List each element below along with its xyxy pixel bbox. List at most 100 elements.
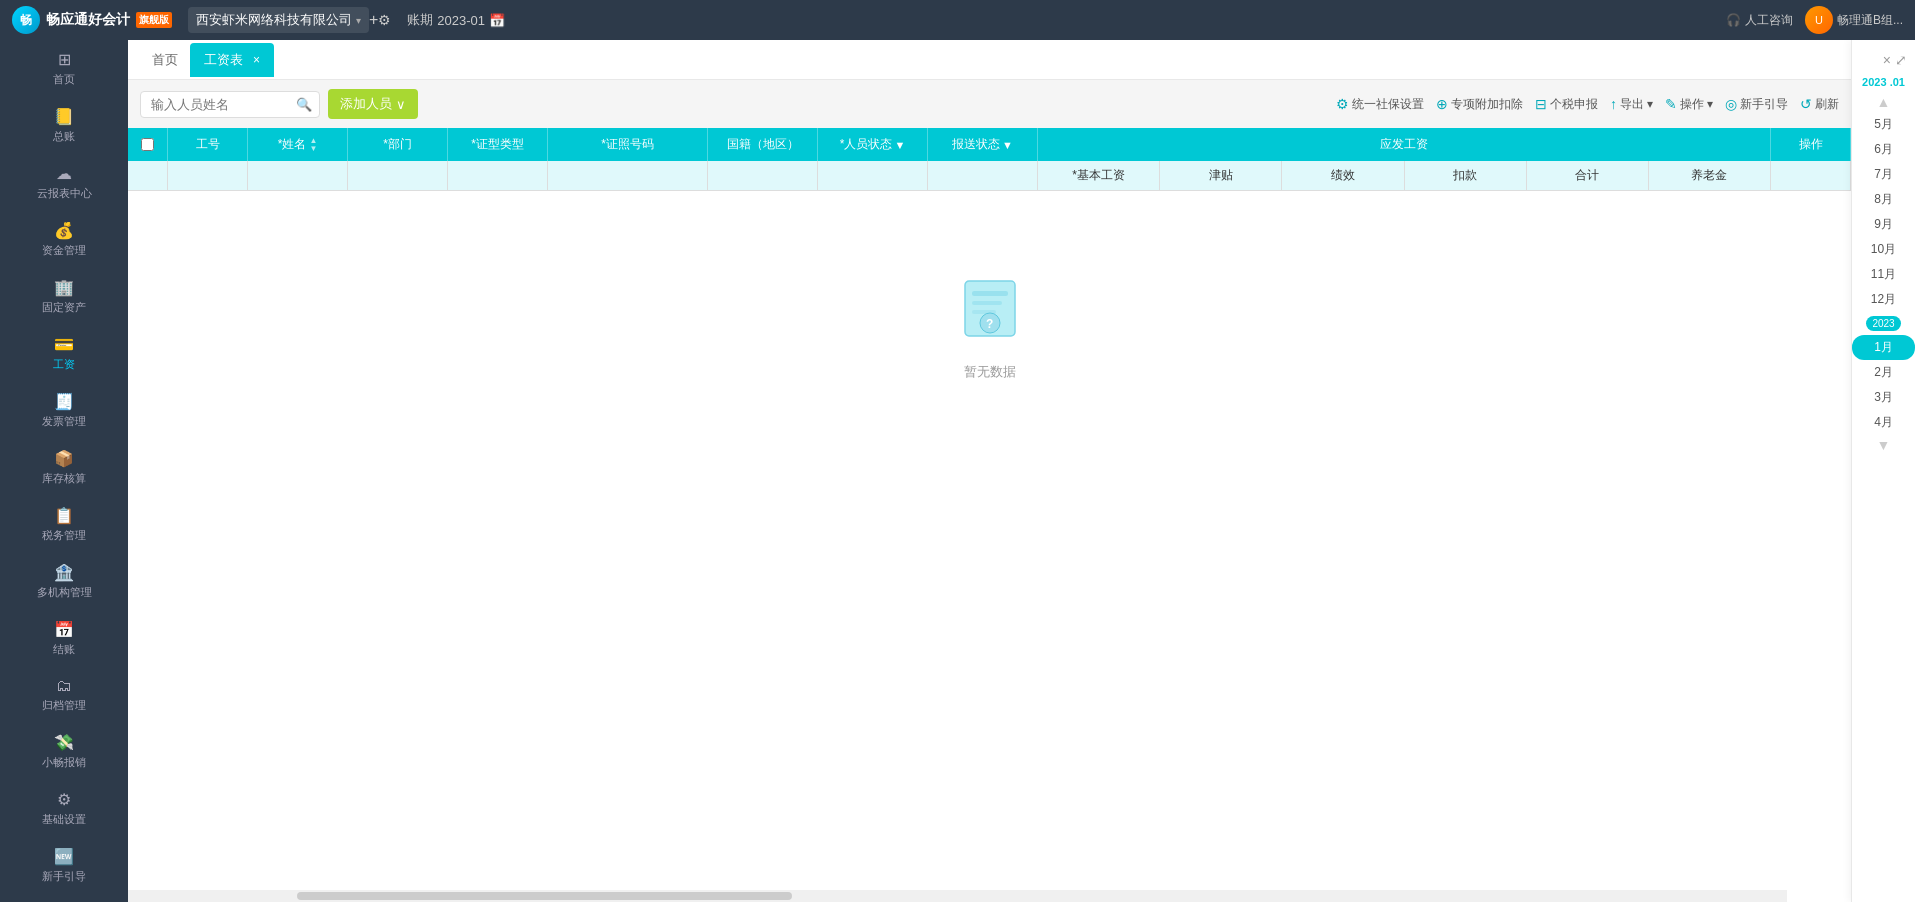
avatar: U — [1805, 6, 1833, 34]
filter-status-icon[interactable]: ▼ — [894, 139, 905, 151]
search-input[interactable] — [140, 91, 320, 118]
month-scroll-up[interactable]: ▲ — [1875, 92, 1893, 112]
sidebar-item-inventory[interactable]: 📦 库存核算 — [0, 439, 128, 496]
user-area[interactable]: U 畅理通B组... — [1805, 6, 1903, 34]
sidebar-label-multi: 多机构管理 — [37, 585, 92, 600]
sidebar-item-settings[interactable]: ⚙ 基础设置 — [0, 780, 128, 837]
sidebar-item-guide[interactable]: 🆕 新手引导 — [0, 837, 128, 894]
empty-text: 暂无数据 — [964, 363, 1016, 381]
content-area: 首页 工资表 × 🔍 添加人员 ∨ ⚙ — [128, 40, 1851, 902]
th-report: 报送状态 ▼ — [928, 128, 1038, 161]
tax-report-icon: ⊟ — [1535, 96, 1547, 112]
search-icon[interactable]: 🔍 — [296, 97, 312, 112]
svg-rect-1 — [972, 291, 1008, 296]
export-dropdown-icon: ▾ — [1647, 97, 1653, 111]
sub-th-empty2 — [168, 161, 248, 190]
tax-report-button[interactable]: ⊟ 个税申报 — [1535, 96, 1598, 113]
logo-title: 畅应通好会计 — [46, 11, 130, 29]
support-button[interactable]: 🎧 人工咨询 — [1726, 12, 1793, 29]
month-item-4[interactable]: 4月 — [1852, 410, 1915, 435]
tab-close-icon[interactable]: × — [253, 53, 260, 67]
refresh-label: 刷新 — [1815, 96, 1839, 113]
sidebar-label-close: 结账 — [53, 642, 75, 657]
special-deduction-button[interactable]: ⊕ 专项附加扣除 — [1436, 96, 1523, 113]
th-name: *姓名 ▲ ▼ — [248, 128, 348, 161]
add-person-button[interactable]: 添加人员 ∨ — [328, 89, 418, 119]
sidebar-item-tax[interactable]: 📋 税务管理 — [0, 496, 128, 553]
table-header: 工号 *姓名 ▲ ▼ *部门 *证型类型 — [128, 128, 1851, 161]
home-icon: ⊞ — [58, 50, 71, 69]
sidebar-item-invoice[interactable]: 🧾 发票管理 — [0, 382, 128, 439]
sidebar-label-asset: 固定资产 — [42, 300, 86, 315]
select-all-checkbox[interactable] — [141, 138, 154, 151]
expense-icon: 💸 — [54, 733, 74, 752]
month-item-2[interactable]: 2月 — [1852, 360, 1915, 385]
calendar-icon[interactable]: 📅 — [489, 13, 505, 28]
sidebar-item-fund[interactable]: 💰 资金管理 — [0, 211, 128, 268]
add-company-button[interactable]: + — [369, 11, 378, 29]
sort-name-icon[interactable]: ▲ ▼ — [309, 137, 317, 153]
account-period-value: 2023-01 — [437, 13, 485, 28]
sidebar-item-multi[interactable]: 🏦 多机构管理 — [0, 553, 128, 610]
scroll-thumb[interactable] — [297, 892, 792, 900]
new-guide-button[interactable]: ◎ 新手引导 — [1725, 96, 1788, 113]
close-period-icon: 📅 — [54, 620, 74, 639]
guide-action-label: 新手引导 — [1740, 96, 1788, 113]
ledger-icon: 📒 — [54, 107, 74, 126]
sidebar-item-member[interactable]: ✦ 畅会员 — [0, 894, 128, 902]
sidebar-item-expense[interactable]: 💸 小畅报销 — [0, 723, 128, 780]
month-item-7[interactable]: 7月 — [1852, 162, 1915, 187]
tax-report-label: 个税申报 — [1550, 96, 1598, 113]
sub-th-empty1 — [128, 161, 168, 190]
month-item-11[interactable]: 11月 — [1852, 262, 1915, 287]
sidebar-item-close[interactable]: 📅 结账 — [0, 610, 128, 667]
export-button[interactable]: ↑ 导出 ▾ — [1610, 96, 1653, 113]
sidebar-item-ledger[interactable]: 📒 总账 — [0, 97, 128, 154]
sub-th-empty7 — [708, 161, 818, 190]
guide-action-icon: ◎ — [1725, 96, 1737, 112]
sub-th-total: 合计 — [1527, 161, 1649, 190]
month-scroll-down[interactable]: ▼ — [1875, 435, 1893, 455]
panel-close-button[interactable]: × — [1883, 52, 1891, 68]
top-bar: 畅 畅应通好会计 旗舰版 西安虾米网络科技有限公司 ▾ + ⚙ 账期 2023-… — [0, 0, 1915, 40]
horizontal-scrollbar[interactable] — [128, 890, 1787, 902]
month-item-1[interactable]: 1月 — [1852, 335, 1915, 360]
month-item-9[interactable]: 9月 — [1852, 212, 1915, 237]
username-label: 畅理通B组... — [1837, 12, 1903, 29]
sidebar-label-guide: 新手引导 — [42, 869, 86, 884]
th-status: *人员状态 ▼ — [818, 128, 928, 161]
th-payroll: 应发工资 — [1038, 128, 1771, 161]
sub-th-empty3 — [248, 161, 348, 190]
sidebar-item-archive[interactable]: 🗂 归档管理 — [0, 667, 128, 723]
month-item-8[interactable]: 8月 — [1852, 187, 1915, 212]
tab-home[interactable]: 首页 — [140, 43, 190, 77]
fund-icon: 💰 — [54, 221, 74, 240]
social-settings-icon: ⚙ — [1336, 96, 1349, 112]
base-settings-icon: ⚙ — [57, 790, 71, 809]
th-checkbox[interactable] — [128, 128, 168, 161]
refresh-button[interactable]: ↺ 刷新 — [1800, 96, 1839, 113]
sidebar-item-cloud[interactable]: ☁ 云报表中心 — [0, 154, 128, 211]
sidebar-label-invoice: 发票管理 — [42, 414, 86, 429]
month-item-10[interactable]: 10月 — [1852, 237, 1915, 262]
sidebar-item-home[interactable]: ⊞ 首页 — [0, 40, 128, 97]
month-item-5[interactable]: 5月 — [1852, 112, 1915, 137]
month-item-6[interactable]: 6月 — [1852, 137, 1915, 162]
company-selector[interactable]: 西安虾米网络科技有限公司 ▾ — [188, 7, 369, 33]
sub-th-performance: 绩效 — [1282, 161, 1404, 190]
settings-button[interactable]: ⚙ — [378, 12, 391, 28]
filter-report-icon[interactable]: ▼ — [1002, 139, 1013, 151]
month-item-12[interactable]: 12月 — [1852, 287, 1915, 312]
sidebar-item-salary[interactable]: 💳 工资 — [0, 325, 128, 382]
social-settings-button[interactable]: ⚙ 统一社保设置 — [1336, 96, 1424, 113]
operate-button[interactable]: ✎ 操作 ▾ — [1665, 96, 1713, 113]
sidebar-label-home: 首页 — [53, 72, 75, 87]
invoice-icon: 🧾 — [54, 392, 74, 411]
sidebar-item-asset[interactable]: 🏢 固定资产 — [0, 268, 128, 325]
archive-icon: 🗂 — [56, 677, 72, 695]
tab-salary[interactable]: 工资表 × — [190, 43, 274, 77]
table-container: 工号 *姓名 ▲ ▼ *部门 *证型类型 — [128, 128, 1851, 902]
month-item-3[interactable]: 3月 — [1852, 385, 1915, 410]
panel-expand-button[interactable]: ⤢ — [1895, 52, 1907, 68]
search-wrap: 🔍 — [140, 91, 320, 118]
